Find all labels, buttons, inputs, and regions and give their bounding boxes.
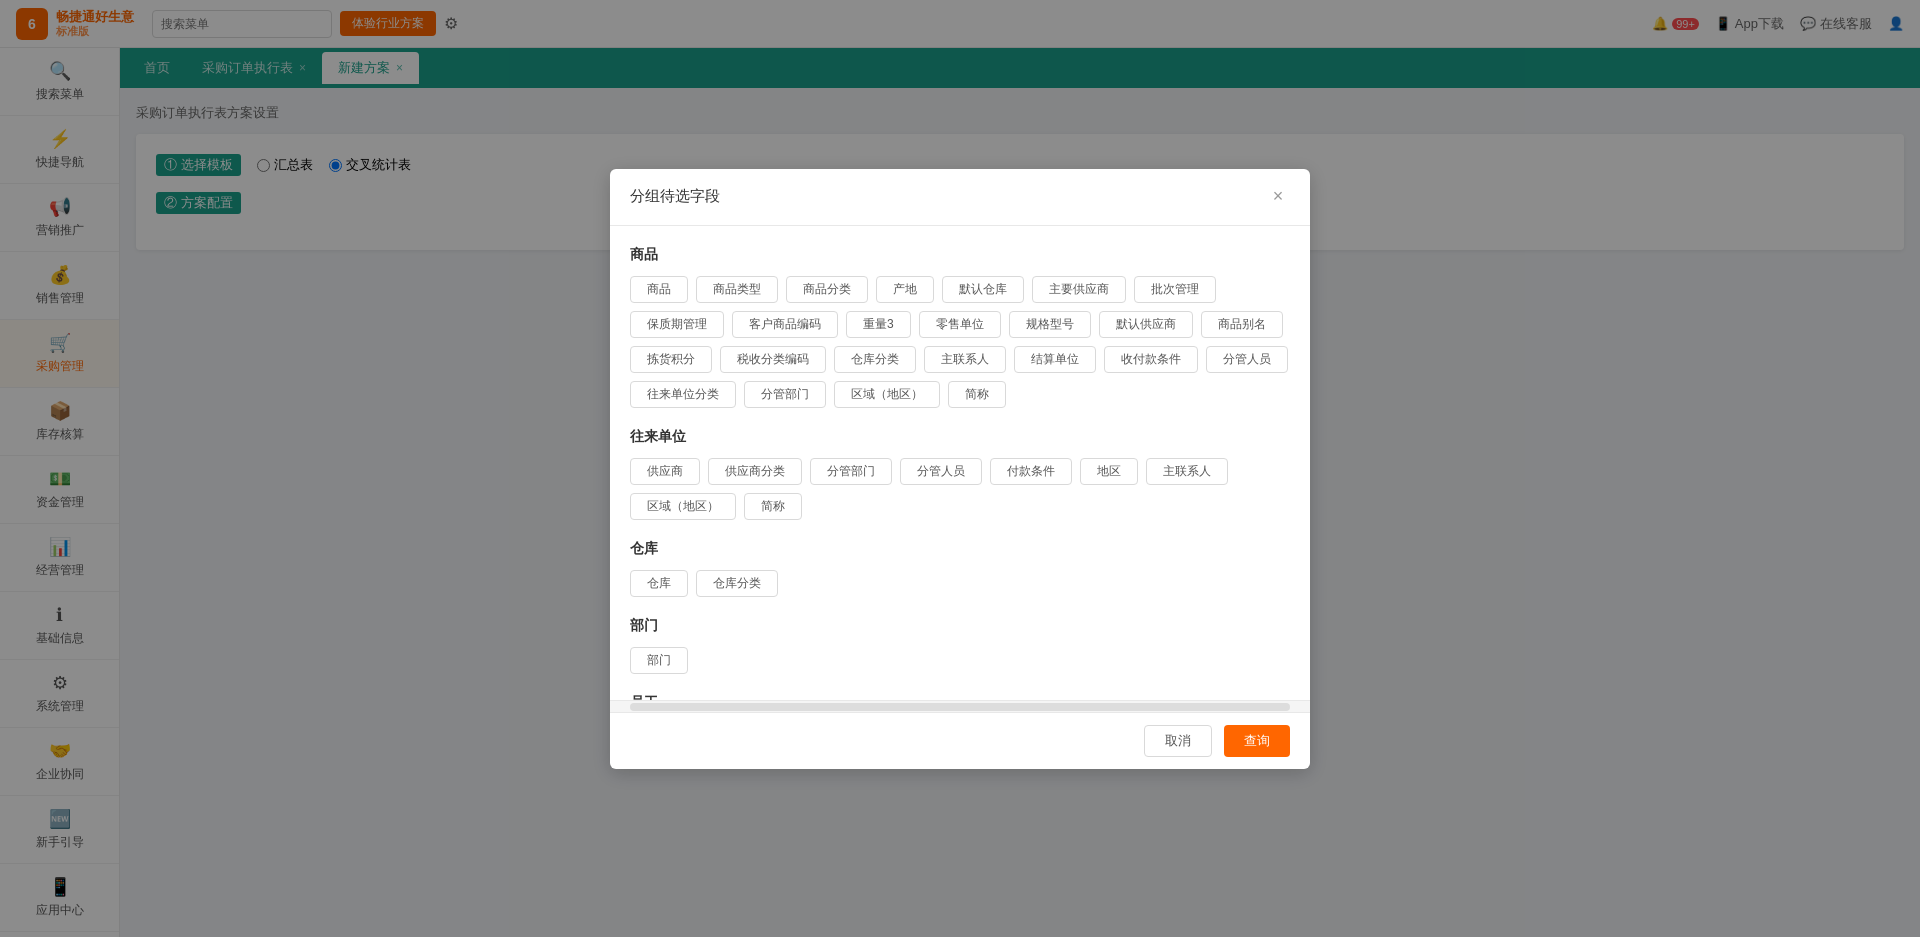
section-warehouse: 仓库 仓库仓库分类: [630, 540, 1290, 597]
cancel-button[interactable]: 取消: [1144, 725, 1212, 757]
field-tag[interactable]: 产地: [876, 276, 934, 303]
field-tag[interactable]: 默认仓库: [942, 276, 1024, 303]
modal-body: 商品 商品商品类型商品分类产地默认仓库主要供应商批次管理保质期管理客户商品编码重…: [610, 226, 1310, 700]
field-tag[interactable]: 商品类型: [696, 276, 778, 303]
field-tag[interactable]: 商品分类: [786, 276, 868, 303]
field-tag[interactable]: 结算单位: [1014, 346, 1096, 373]
field-tag[interactable]: 客户商品编码: [732, 311, 838, 338]
field-tag[interactable]: 供应商: [630, 458, 700, 485]
modal-footer: 取消 查询: [610, 712, 1310, 769]
field-tag[interactable]: 简称: [744, 493, 802, 520]
field-tag[interactable]: 往来单位分类: [630, 381, 736, 408]
department-tags: 部门: [630, 647, 1290, 674]
modal-overlay: 分组待选字段 × 商品 商品商品类型商品分类产地默认仓库主要供应商批次管理保质期…: [0, 0, 1920, 937]
field-tag[interactable]: 分管部门: [744, 381, 826, 408]
section-partner: 往来单位 供应商供应商分类分管部门分管人员付款条件地区主联系人区域（地区） 简称: [630, 428, 1290, 520]
confirm-button[interactable]: 查询: [1224, 725, 1290, 757]
field-tag[interactable]: 地区: [1080, 458, 1138, 485]
section-goods: 商品 商品商品类型商品分类产地默认仓库主要供应商批次管理保质期管理客户商品编码重…: [630, 246, 1290, 408]
field-tag[interactable]: 保质期管理: [630, 311, 724, 338]
field-tag[interactable]: 重量3: [846, 311, 911, 338]
field-tag[interactable]: 税收分类编码: [720, 346, 826, 373]
field-tag[interactable]: 区域（地区）: [834, 381, 940, 408]
field-tag[interactable]: 规格型号: [1009, 311, 1091, 338]
field-tag[interactable]: 商品别名: [1201, 311, 1283, 338]
field-tag[interactable]: 仓库分类: [834, 346, 916, 373]
field-tag[interactable]: 收付款条件: [1104, 346, 1198, 373]
field-select-modal: 分组待选字段 × 商品 商品商品类型商品分类产地默认仓库主要供应商批次管理保质期…: [610, 169, 1310, 769]
field-tag[interactable]: 主要供应商: [1032, 276, 1126, 303]
field-tag[interactable]: 主联系人: [1146, 458, 1228, 485]
field-tag[interactable]: 简称: [948, 381, 1006, 408]
field-tag[interactable]: 批次管理: [1134, 276, 1216, 303]
field-tag[interactable]: 主联系人: [924, 346, 1006, 373]
field-tag[interactable]: 零售单位: [919, 311, 1001, 338]
warehouse-tags: 仓库仓库分类: [630, 570, 1290, 597]
field-tag[interactable]: 供应商分类: [708, 458, 802, 485]
field-tag[interactable]: 拣货积分: [630, 346, 712, 373]
field-tag[interactable]: 区域（地区）: [630, 493, 736, 520]
modal-close-button[interactable]: ×: [1266, 185, 1290, 209]
section-department-title: 部门: [630, 617, 1290, 635]
modal-horizontal-scrollbar: [610, 700, 1310, 712]
section-warehouse-title: 仓库: [630, 540, 1290, 558]
field-tag[interactable]: 商品: [630, 276, 688, 303]
hscroll-track: [630, 703, 1290, 711]
partner-tags: 供应商供应商分类分管部门分管人员付款条件地区主联系人区域（地区） 简称: [630, 458, 1290, 520]
section-goods-title: 商品: [630, 246, 1290, 264]
field-tag[interactable]: 仓库分类: [696, 570, 778, 597]
modal-header: 分组待选字段 ×: [610, 169, 1310, 226]
field-tag[interactable]: 分管人员: [900, 458, 982, 485]
section-department: 部门 部门: [630, 617, 1290, 674]
field-tag[interactable]: 付款条件: [990, 458, 1072, 485]
goods-tags: 商品商品类型商品分类产地默认仓库主要供应商批次管理保质期管理客户商品编码重量3 零…: [630, 276, 1290, 408]
field-tag[interactable]: 默认供应商: [1099, 311, 1193, 338]
field-tag[interactable]: 分管部门: [810, 458, 892, 485]
section-partner-title: 往来单位: [630, 428, 1290, 446]
field-tag[interactable]: 分管人员: [1206, 346, 1288, 373]
field-tag[interactable]: 仓库: [630, 570, 688, 597]
modal-title: 分组待选字段: [630, 187, 720, 206]
field-tag[interactable]: 部门: [630, 647, 688, 674]
